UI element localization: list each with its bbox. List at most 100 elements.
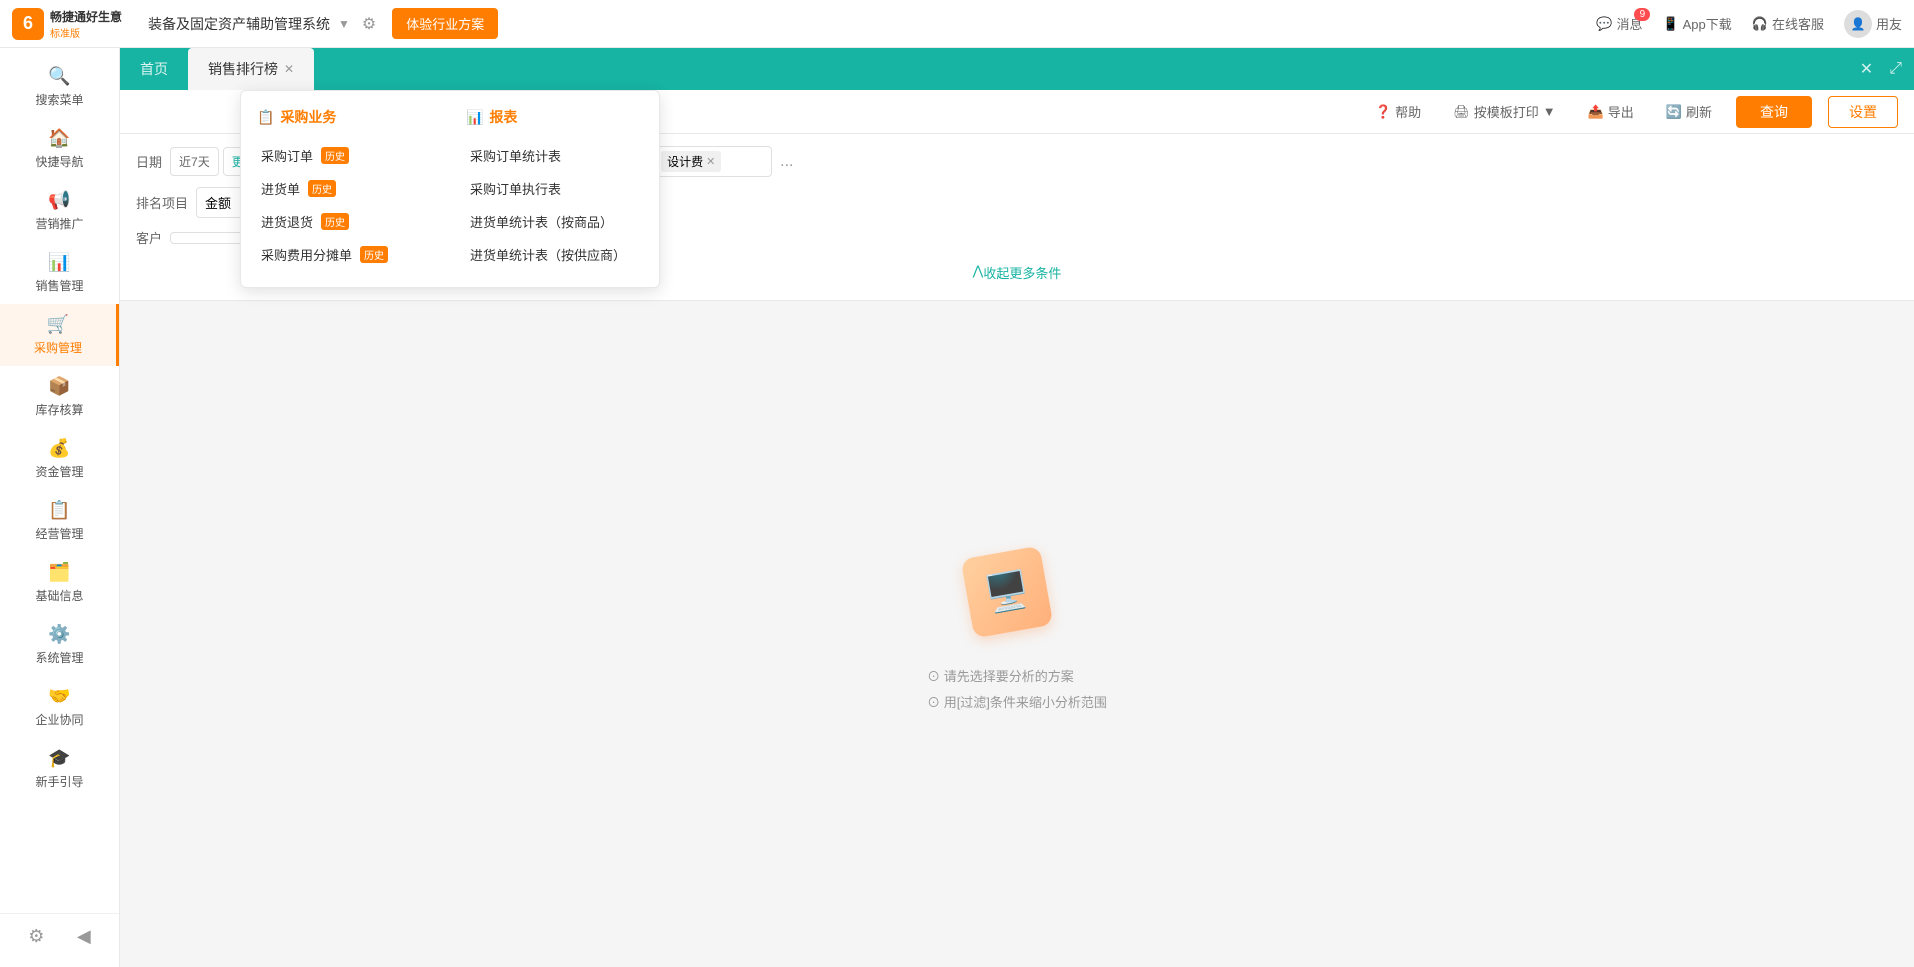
menu-item-return[interactable]: 进货退货 历史: [257, 205, 434, 238]
collapse-up-icon: ⋀: [973, 263, 984, 282]
graduation-icon: 🎓: [48, 748, 70, 769]
goods-input[interactable]: 设计费 ✕: [652, 146, 772, 177]
help-btn[interactable]: ❓ 帮助: [1367, 98, 1429, 125]
menu-item-incoming-stat-supplier[interactable]: 进货单统计表（按供应商）: [466, 238, 643, 271]
menu-item-purchase-order-label: 采购订单: [261, 146, 313, 165]
sidebar-label-inventory: 库存核算: [35, 401, 83, 418]
sidebar-label-sales: 销售管理: [35, 277, 83, 294]
tab-bar-right: ✕ ⤢: [1860, 59, 1914, 79]
sidebar-item-inventory[interactable]: 📦 库存核算: [0, 366, 119, 428]
sidebar-label-enterprise: 企业协同: [35, 711, 83, 728]
purchase-report-section: 📊 报表 采购订单统计表 采购订单执行表 进货单统计表（按商品） 进货单统计表（…: [466, 107, 643, 271]
sidebar-collapse-icon[interactable]: ◀: [77, 926, 91, 947]
menu-item-incoming[interactable]: 进货单 历史: [257, 172, 434, 205]
menu-item-purchase-order[interactable]: 采购订单 历史: [257, 139, 434, 172]
sidebar-bottom: ⚙ ◀: [0, 913, 119, 959]
history-badge-1: 历史: [308, 180, 336, 197]
empty-tip-1: 请先选择要分析的方案: [927, 664, 1107, 690]
sidebar-item-system[interactable]: ⚙️ 系统管理: [0, 614, 119, 676]
purchase-dropdown-menu: 📋 采购业务 采购订单 历史 进货单 历史 进货退货 历史: [240, 90, 660, 288]
help-icon: ❓: [1375, 104, 1391, 120]
empty-icon: 🖥️: [967, 552, 1067, 652]
megaphone-icon: 📢: [48, 190, 70, 211]
tab-close-btn[interactable]: ✕: [1860, 59, 1873, 79]
content-area: 首页 销售排行榜 ✕ ✕ ⤢ 📋 采购业务 采购订单: [120, 48, 1914, 967]
folder-icon: 🗂️: [48, 562, 70, 583]
sidebar-item-basic[interactable]: 🗂️ 基础信息: [0, 552, 119, 614]
tab-close-icon[interactable]: ✕: [284, 62, 294, 76]
sidebar-label-purchase: 采购管理: [34, 339, 82, 356]
sidebar-item-enterprise[interactable]: 🤝 企业协同: [0, 676, 119, 738]
menu-item-order-exec-label: 采购订单执行表: [470, 179, 561, 198]
menu-item-expense-label: 采购费用分摊单: [261, 245, 352, 264]
empty-icon-inner: 🖥️: [961, 546, 1054, 639]
refresh-icon: 🔄: [1666, 104, 1682, 120]
tab-home[interactable]: 首页: [120, 48, 188, 90]
message-icon: 💬: [1596, 16, 1612, 32]
sidebar-item-guide[interactable]: 🎓 新手引导: [0, 738, 119, 800]
top-bar: 6 畅捷通好生意 标准版 装备及固定资产辅助管理系统 ▼ ⚙ 体验行业方案 💬 …: [0, 0, 1914, 48]
cart-icon: 🛒: [47, 314, 69, 335]
empty-state: 🖥️ 请先选择要分析的方案 用[过滤]条件来缩小分析范围: [120, 301, 1914, 967]
tab-expand-btn[interactable]: ⤢: [1889, 60, 1902, 78]
sidebar-item-finance[interactable]: 💰 资金管理: [0, 428, 119, 490]
print-btn[interactable]: 🖨 按模板打印 ▼: [1445, 98, 1563, 125]
sidebar-label-quick: 快捷导航: [35, 153, 83, 170]
industry-btn[interactable]: 体验行业方案: [392, 8, 498, 39]
tab-bar: 首页 销售排行榜 ✕ ✕ ⤢ 📋 采购业务 采购订单: [120, 48, 1914, 90]
purchase-business-title: 📋 采购业务: [257, 107, 434, 127]
sidebar-label-guide: 新手引导: [35, 773, 83, 790]
print-icon: 🖨: [1453, 104, 1470, 120]
logo-area: 6 畅捷通好生意 标准版: [12, 8, 132, 40]
menu-item-incoming-stat-supplier-label: 进货单统计表（按供应商）: [470, 245, 626, 264]
purchase-report-title: 📊 报表: [466, 107, 643, 127]
app-download-btn[interactable]: 📱 App下载: [1662, 14, 1731, 33]
sidebar-label-operation: 经营管理: [35, 525, 83, 542]
menu-item-expense[interactable]: 采购费用分摊单 历史: [257, 238, 434, 271]
tab-sales-rank[interactable]: 销售排行榜 ✕: [188, 48, 314, 90]
sidebar-item-marketing[interactable]: 📢 营销推广: [0, 180, 119, 242]
settings-small-btn[interactable]: 设置: [1828, 96, 1898, 128]
export-icon: 📤: [1588, 104, 1604, 120]
sidebar: 🔍 搜索菜单 🏠 快捷导航 📢 营销推广 📊 销售管理 🛒 采购管理 📦 库存核…: [0, 48, 120, 967]
export-btn[interactable]: 📤 导出: [1580, 98, 1642, 125]
menu-item-incoming-stat-goods[interactable]: 进货单统计表（按商品）: [466, 205, 643, 238]
menu-item-incoming-stat-goods-label: 进货单统计表（按商品）: [470, 212, 613, 231]
purchase-business-icon: 📋: [257, 109, 274, 126]
money-icon: 💰: [48, 438, 70, 459]
phone-icon: 📱: [1662, 16, 1678, 32]
online-service-btn[interactable]: 🎧 在线客服: [1752, 14, 1824, 33]
refresh-btn[interactable]: 🔄 刷新: [1658, 98, 1720, 125]
home-icon: 🏠: [48, 128, 70, 149]
sidebar-label-system: 系统管理: [35, 649, 83, 666]
user-btn[interactable]: 👤 用友: [1844, 10, 1902, 38]
sidebar-item-search[interactable]: 🔍 搜索菜单: [0, 56, 119, 118]
sidebar-item-sales[interactable]: 📊 销售管理: [0, 242, 119, 304]
sidebar-label-search: 搜索菜单: [35, 91, 83, 108]
sidebar-label-basic: 基础信息: [35, 587, 83, 604]
headset-icon: 🎧: [1752, 16, 1768, 32]
history-badge-0: 历史: [321, 147, 349, 164]
top-right: 💬 消息 9 📱 App下载 🎧 在线客服 👤 用友: [1596, 10, 1902, 38]
system-dropdown-icon[interactable]: ▼: [338, 17, 350, 31]
goods-tag-close[interactable]: ✕: [706, 155, 715, 168]
settings-gear-icon[interactable]: ⚙: [362, 14, 376, 34]
handshake-icon: 🤝: [48, 686, 70, 707]
empty-tips: 请先选择要分析的方案 用[过滤]条件来缩小分析范围: [927, 664, 1107, 716]
sidebar-settings-icon[interactable]: ⚙: [28, 926, 44, 947]
print-dropdown-icon[interactable]: ▼: [1543, 104, 1556, 119]
menu-item-order-exec[interactable]: 采购订单执行表: [466, 172, 643, 205]
rank-item-label: 排名项目: [136, 193, 188, 212]
messages-btn[interactable]: 💬 消息 9: [1596, 14, 1642, 33]
sidebar-item-purchase[interactable]: 🛒 采购管理: [0, 304, 119, 366]
menu-item-order-stat[interactable]: 采购订单统计表: [466, 139, 643, 172]
sidebar-item-quick[interactable]: 🏠 快捷导航: [0, 118, 119, 180]
main-layout: 🔍 搜索菜单 🏠 快捷导航 📢 营销推广 📊 销售管理 🛒 采购管理 📦 库存核…: [0, 48, 1914, 967]
date-period-7[interactable]: 近7天: [170, 147, 219, 176]
menu-item-incoming-label: 进货单: [261, 179, 300, 198]
sidebar-label-finance: 资金管理: [35, 463, 83, 480]
customer-label: 客户: [136, 228, 162, 247]
sidebar-item-operation[interactable]: 📋 经营管理: [0, 490, 119, 552]
goods-more-btn[interactable]: ...: [780, 153, 793, 171]
query-btn[interactable]: 查询: [1736, 96, 1812, 128]
